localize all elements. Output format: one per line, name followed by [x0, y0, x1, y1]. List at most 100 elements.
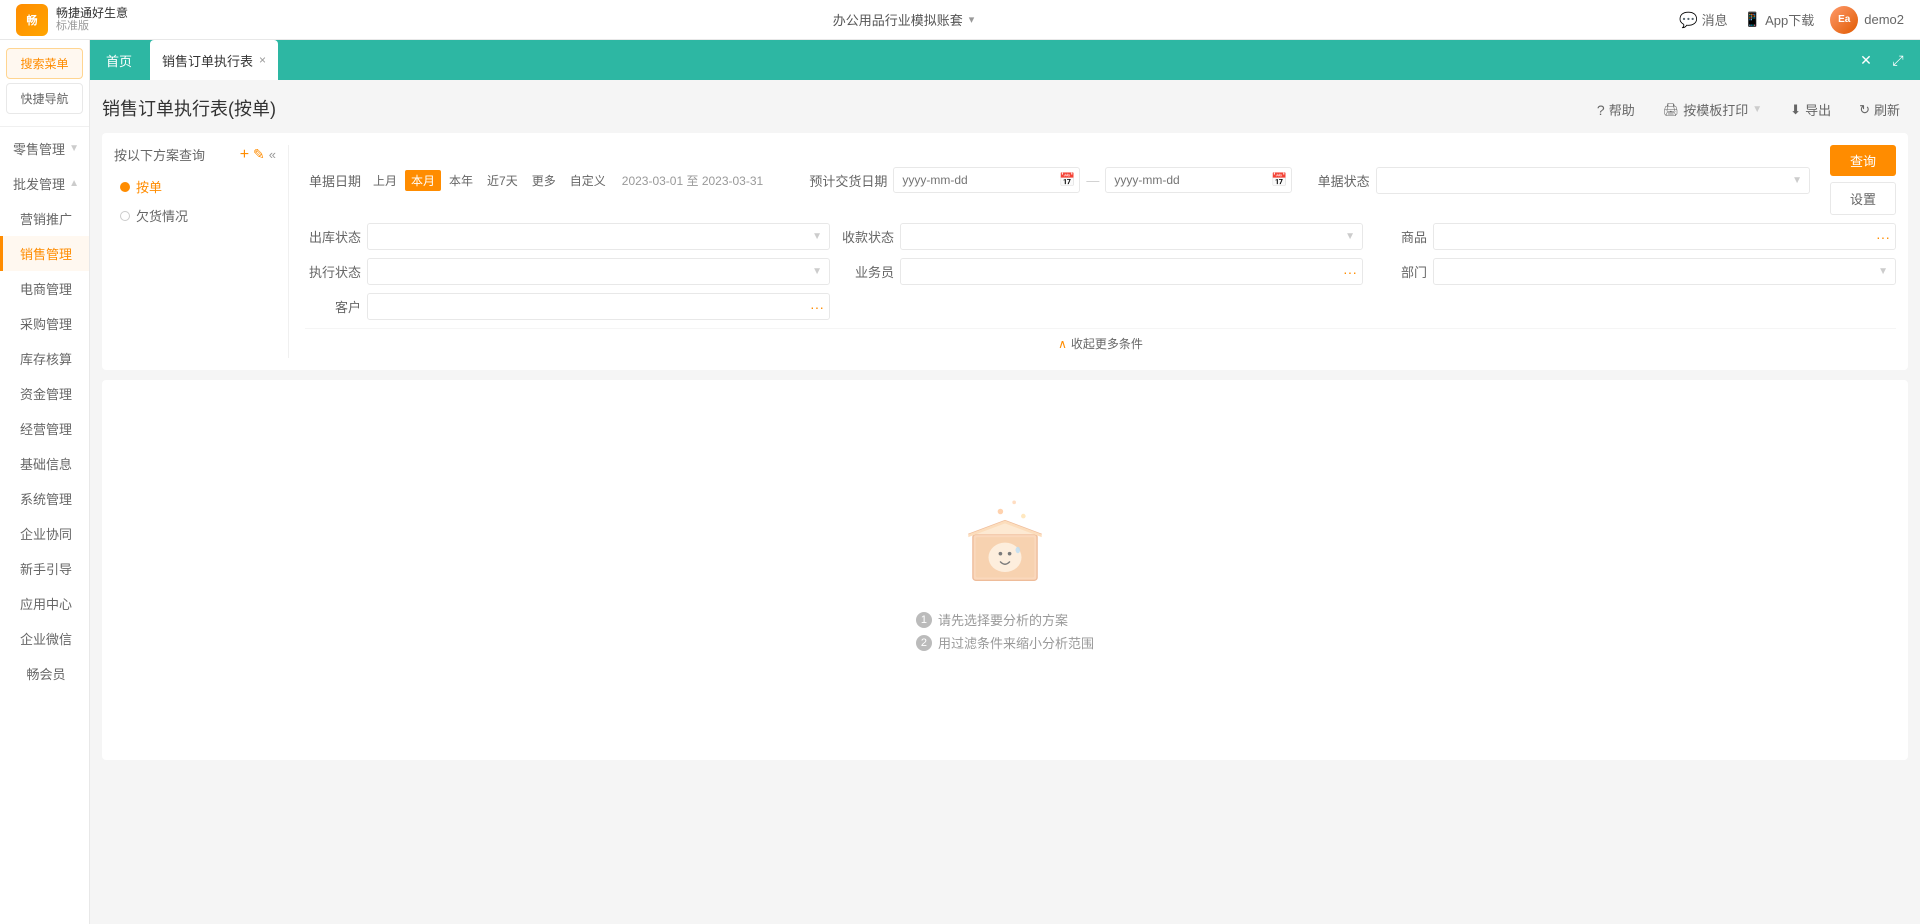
calendar-start-icon[interactable]: 📅 — [1059, 172, 1075, 188]
empty-illustration — [950, 484, 1060, 594]
tab-active-label: 销售订单执行表 — [162, 51, 253, 70]
sidebar-item-label: 企业协同 — [20, 524, 72, 543]
goods-dots-icon[interactable]: ··· — [1876, 229, 1890, 245]
sidebar-item-operations[interactable]: 经营管理 — [0, 411, 89, 446]
doc-status-cell: 单据状态 ▼ — [1314, 167, 1810, 194]
out-status-wrapper: ▼ — [367, 223, 830, 250]
out-status-cell: 出库状态 ▼ — [305, 223, 830, 250]
help-btn[interactable]: ? 帮助 — [1589, 96, 1643, 123]
date-tab-last-month[interactable]: 上月 — [367, 170, 403, 191]
goods-input[interactable] — [1433, 223, 1896, 250]
page-header: 销售订单执行表(按单) ? 帮助 🖨 按模板打印 ▼ ⬇ 导出 — [102, 92, 1908, 123]
sidebar-divider-1 — [0, 126, 89, 127]
tab-bar: 首页 销售订单执行表 × ✕ ⤢ — [90, 40, 1920, 80]
sidebar-item-ecommerce[interactable]: 电商管理 — [0, 271, 89, 306]
filter-inner: 按以下方案查询 + ✎ « 按单 — [114, 145, 1896, 358]
out-status-select[interactable] — [367, 223, 830, 250]
date-end-wrapper: 📅 — [1105, 167, 1292, 193]
export-btn[interactable]: ⬇ 导出 — [1782, 96, 1839, 123]
date-range-display: 2023-03-01 至 2023-03-31 — [622, 172, 763, 189]
scheme-dot — [120, 211, 130, 221]
quick-nav-btn[interactable]: 快捷导航 — [6, 83, 83, 114]
date-start-input[interactable] — [893, 167, 1080, 193]
sidebar-item-retail[interactable]: 零售管理 ▼ — [0, 131, 89, 166]
sidebar-item-basic[interactable]: 基础信息 — [0, 446, 89, 481]
sidebar-item-appstore[interactable]: 应用中心 — [0, 586, 89, 621]
dept-wrapper: ▼ — [1433, 258, 1896, 285]
scheme-item-1[interactable]: 欠货情况 — [114, 201, 276, 230]
calendar-end-icon[interactable]: 📅 — [1271, 172, 1287, 188]
payment-status-wrapper: ▼ — [900, 223, 1363, 250]
sidebar-item-wholesale[interactable]: 批发管理 ▲ — [0, 166, 89, 201]
salesman-dots-icon[interactable]: ··· — [1343, 264, 1357, 280]
chevron-down-icon: ▼ — [69, 143, 79, 154]
tab-home[interactable]: 首页 — [90, 40, 148, 80]
store-selector[interactable]: 办公用品行业模拟账套 ▾ — [833, 10, 975, 29]
scheme-list: 按单 欠货情况 — [114, 172, 276, 230]
customer-input[interactable] — [367, 293, 830, 320]
date-filter-cell: 单据日期 上月 本月 本年 近7天 更多 自定义 2023-03-01 至 20… — [305, 170, 801, 191]
app-logo: 畅 — [16, 4, 48, 36]
message-btn[interactable]: 💬 消息 — [1679, 10, 1728, 29]
close-window-btn[interactable]: ✕ — [1852, 46, 1880, 74]
date-tab-custom[interactable]: 自定义 — [564, 170, 612, 191]
sidebar-item-marketing[interactable]: 营销推广 — [0, 201, 89, 236]
maximize-btn[interactable]: ⤢ — [1884, 46, 1912, 74]
page-title: 销售订单执行表(按单) — [102, 95, 276, 121]
sidebar-item-inventory[interactable]: 库存核算 — [0, 341, 89, 376]
salesman-input[interactable] — [900, 258, 1363, 285]
print-btn[interactable]: 🖨 按模板打印 ▼ — [1655, 96, 1770, 123]
collapse-bar[interactable]: ∧ 收起更多条件 — [305, 328, 1896, 358]
collapse-schemes-btn[interactable]: « — [269, 147, 276, 162]
top-header: 畅 畅捷通好生意 标准版 办公用品行业模拟账套 ▾ 💬 消息 📱 App下载 E… — [0, 0, 1920, 40]
message-icon: 💬 — [1679, 11, 1698, 29]
user-menu[interactable]: Ea demo2 — [1830, 6, 1904, 34]
app-download-btn[interactable]: 📱 App下载 — [1744, 10, 1815, 29]
date-tab-this-year[interactable]: 本年 — [443, 170, 479, 191]
tab-active[interactable]: 销售订单执行表 × — [150, 40, 278, 80]
sidebar-item-member[interactable]: 畅会员 — [0, 656, 89, 691]
date-tab-more[interactable]: 更多 — [526, 170, 562, 191]
sidebar-item-sales[interactable]: 销售管理 — [0, 236, 89, 271]
sidebar-item-label: 库存核算 — [20, 349, 72, 368]
sidebar-item-label: 经营管理 — [20, 419, 72, 438]
sidebar-item-label: 批发管理 — [13, 174, 65, 193]
scheme-item-0[interactable]: 按单 — [114, 172, 276, 201]
goods-label: 商品 — [1371, 227, 1427, 246]
sidebar-item-weixin[interactable]: 企业微信 — [0, 621, 89, 656]
header-right: 💬 消息 📱 App下载 Ea demo2 — [1679, 6, 1904, 34]
sidebar-item-finance[interactable]: 资金管理 — [0, 376, 89, 411]
edit-scheme-btn[interactable]: ✎ — [253, 146, 265, 163]
filter-schemes: 按以下方案查询 + ✎ « 按单 — [114, 145, 289, 358]
exec-status-select[interactable] — [367, 258, 830, 285]
doc-status-select[interactable] — [1376, 167, 1810, 194]
refresh-btn[interactable]: ↻ 刷新 — [1851, 96, 1908, 123]
search-btn[interactable]: 查询 — [1830, 145, 1896, 176]
payment-status-label: 收款状态 — [838, 227, 894, 246]
dept-label: 部门 — [1371, 262, 1427, 281]
date-tab-this-month[interactable]: 本月 — [405, 170, 441, 191]
scheme-title: 按以下方案查询 + ✎ « — [114, 145, 276, 164]
exec-status-wrapper: ▼ — [367, 258, 830, 285]
date-tab-7days[interactable]: 近7天 — [481, 170, 524, 191]
payment-status-select[interactable] — [900, 223, 1363, 250]
sidebar-item-guide[interactable]: 新手引导 — [0, 551, 89, 586]
settings-btn[interactable]: 设置 — [1830, 182, 1896, 215]
main-layout: 搜索菜单 快捷导航 零售管理 ▼ 批发管理 ▲ 营销推广 销售管理 电商管理 采… — [0, 40, 1920, 924]
doc-status-wrapper: ▼ — [1376, 167, 1810, 194]
date-end-input[interactable] — [1105, 167, 1292, 193]
sidebar-item-collab[interactable]: 企业协同 — [0, 516, 89, 551]
search-menu-btn[interactable]: 搜索菜单 — [6, 48, 83, 79]
add-scheme-btn[interactable]: + — [240, 146, 249, 164]
empty-tip-1: 1 请先选择要分析的方案 — [916, 610, 1094, 629]
customer-dots-icon[interactable]: ··· — [810, 299, 824, 315]
date-start-wrapper: 📅 — [893, 167, 1080, 193]
dropdown-icon: ▾ — [969, 13, 975, 26]
refresh-icon: ↻ — [1859, 102, 1870, 118]
tab-close-btn[interactable]: × — [259, 53, 266, 67]
dept-select[interactable] — [1433, 258, 1896, 285]
sidebar-item-system[interactable]: 系统管理 — [0, 481, 89, 516]
sidebar-item-label: 零售管理 — [13, 139, 65, 158]
help-icon: ? — [1597, 102, 1605, 118]
sidebar-item-purchase[interactable]: 采购管理 — [0, 306, 89, 341]
